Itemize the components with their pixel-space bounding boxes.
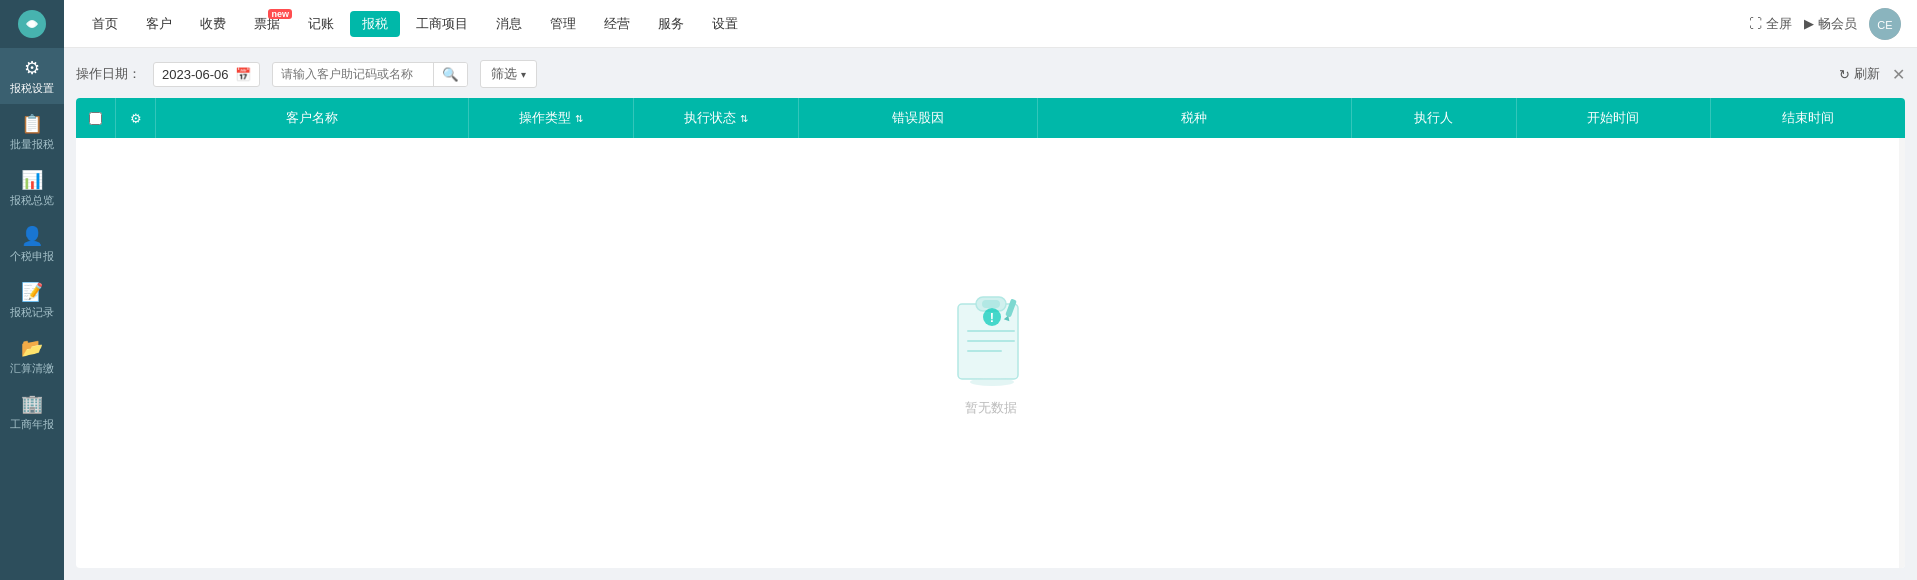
calendar-icon: 📅 bbox=[235, 67, 251, 82]
vip-icon: ▶ bbox=[1804, 16, 1814, 31]
sidebar-item-piliangbaoshui-label: 批量报税 bbox=[10, 138, 54, 151]
content-area: 操作日期： 2023-06-06 📅 🔍 筛选 ▾ ↻ 刷新 ✕ bbox=[64, 48, 1917, 580]
settings-icon: ⚙ bbox=[24, 57, 40, 79]
sidebar-item-huisuanjiaona[interactable]: 📂 汇算清缴 bbox=[0, 328, 64, 384]
nav-shoufei[interactable]: 收费 bbox=[188, 11, 238, 37]
th-start-time: 开始时间 bbox=[1517, 98, 1712, 138]
overview-icon: 📊 bbox=[21, 169, 43, 191]
avatar[interactable]: CE bbox=[1869, 8, 1901, 40]
toolbar: 操作日期： 2023-06-06 📅 🔍 筛选 ▾ ↻ 刷新 ✕ bbox=[76, 60, 1905, 88]
th-gear[interactable]: ⚙ bbox=[116, 98, 156, 138]
vip-label: 畅会员 bbox=[1818, 15, 1857, 33]
select-all-checkbox[interactable] bbox=[89, 112, 102, 125]
svg-rect-6 bbox=[982, 300, 1000, 308]
svg-text:CE: CE bbox=[1877, 19, 1892, 31]
date-picker[interactable]: 2023-06-06 📅 bbox=[153, 62, 260, 87]
sidebar: ⚙ 报税设置 📋 批量报税 📊 报税总览 👤 个税申报 📝 报税记录 📂 汇算清… bbox=[0, 0, 64, 580]
nav-shezhi[interactable]: 设置 bbox=[700, 11, 750, 37]
table-wrap: ⚙ 客户名称 操作类型 ⇅ 执行状态 ⇅ 错误股因 税种 bbox=[76, 98, 1905, 568]
sidebar-item-baoshuizonglan[interactable]: 📊 报税总览 bbox=[0, 160, 64, 216]
person-tax-icon: 👤 bbox=[21, 225, 43, 247]
search-wrap: 🔍 bbox=[272, 62, 468, 87]
topnav-right: ⛶ 全屏 ▶ 畅会员 CE bbox=[1749, 8, 1901, 40]
main-content: 首页 客户 收费 票据 new 记账 报税 工商项目 消息 管理 经营 服务 设… bbox=[64, 0, 1917, 580]
fullscreen-label: 全屏 bbox=[1766, 15, 1792, 33]
sidebar-item-baoshuizonglan-label: 报税总览 bbox=[10, 194, 54, 207]
annual-report-icon: 🏢 bbox=[21, 393, 43, 415]
fullscreen-button[interactable]: ⛶ 全屏 bbox=[1749, 15, 1792, 33]
nav-xiaoxi[interactable]: 消息 bbox=[484, 11, 534, 37]
batch-tax-icon: 📋 bbox=[21, 113, 43, 135]
empty-state: ! 暂无数据 bbox=[946, 289, 1036, 417]
filter-label: 筛选 bbox=[491, 65, 517, 83]
search-button[interactable]: 🔍 bbox=[433, 63, 467, 86]
nav-jingying[interactable]: 经营 bbox=[592, 11, 642, 37]
table-header: ⚙ 客户名称 操作类型 ⇅ 执行状态 ⇅ 错误股因 税种 bbox=[76, 98, 1905, 138]
topnav: 首页 客户 收费 票据 new 记账 报税 工商项目 消息 管理 经营 服务 设… bbox=[64, 0, 1917, 48]
th-execution-status[interactable]: 执行状态 ⇅ bbox=[634, 98, 799, 138]
nav-jizhang[interactable]: 记账 bbox=[296, 11, 346, 37]
vip-button[interactable]: ▶ 畅会员 bbox=[1804, 15, 1857, 33]
sidebar-item-geshuishenbao-label: 个税申报 bbox=[10, 250, 54, 263]
records-icon: 📝 bbox=[21, 281, 43, 303]
sidebar-item-geshuishenbao[interactable]: 👤 个税申报 bbox=[0, 216, 64, 272]
sidebar-item-huisuanjiaona-label: 汇算清缴 bbox=[10, 362, 54, 375]
refresh-label: 刷新 bbox=[1854, 65, 1880, 83]
svg-point-1 bbox=[29, 21, 35, 27]
th-operation-type[interactable]: 操作类型 ⇅ bbox=[469, 98, 634, 138]
table-body: ! 暂无数据 bbox=[76, 138, 1905, 568]
settlement-icon: 📂 bbox=[21, 337, 43, 359]
fullscreen-icon: ⛶ bbox=[1749, 16, 1762, 31]
nav-kehu[interactable]: 客户 bbox=[134, 11, 184, 37]
filter-button[interactable]: 筛选 ▾ bbox=[480, 60, 537, 88]
sidebar-item-baoshuishezhi-label: 报税设置 bbox=[10, 82, 54, 95]
th-executor: 执行人 bbox=[1352, 98, 1517, 138]
refresh-icon: ↻ bbox=[1839, 67, 1850, 82]
th-error-reason: 错误股因 bbox=[799, 98, 1038, 138]
nav-gongshangxiangmu[interactable]: 工商项目 bbox=[404, 11, 480, 37]
chevron-down-icon: ▾ bbox=[521, 69, 526, 80]
svg-point-14 bbox=[970, 378, 1014, 386]
close-button[interactable]: ✕ bbox=[1892, 65, 1905, 84]
nav-fuwu[interactable]: 服务 bbox=[646, 11, 696, 37]
date-label: 操作日期： bbox=[76, 65, 141, 83]
sort-icon-status: ⇅ bbox=[740, 113, 748, 124]
th-end-time: 结束时间 bbox=[1711, 98, 1905, 138]
sidebar-item-baoshuishezhi[interactable]: ⚙ 报税设置 bbox=[0, 48, 64, 104]
piao-badge: new bbox=[268, 9, 292, 19]
refresh-button[interactable]: ↻ 刷新 bbox=[1839, 65, 1880, 83]
sidebar-item-baoshuijilu[interactable]: 📝 报税记录 bbox=[0, 272, 64, 328]
sidebar-item-gongshangnianba[interactable]: 🏢 工商年报 bbox=[0, 384, 64, 440]
nav-piao[interactable]: 票据 new bbox=[242, 11, 292, 37]
toolbar-right: ↻ 刷新 ✕ bbox=[1839, 65, 1905, 84]
sort-icon-type: ⇅ bbox=[575, 113, 583, 124]
sidebar-item-gongshangnianba-label: 工商年报 bbox=[10, 418, 54, 431]
empty-illustration-svg: ! bbox=[946, 289, 1036, 389]
search-input[interactable] bbox=[273, 63, 433, 85]
gear-icon: ⚙ bbox=[130, 111, 142, 126]
svg-text:!: ! bbox=[989, 310, 993, 325]
th-checkbox[interactable] bbox=[76, 98, 116, 138]
nav-baoshui[interactable]: 报税 bbox=[350, 11, 400, 37]
nav-shouye[interactable]: 首页 bbox=[80, 11, 130, 37]
sidebar-item-baoshuijilu-label: 报税记录 bbox=[10, 306, 54, 319]
scrollbar[interactable] bbox=[1899, 138, 1905, 568]
nav-guanli[interactable]: 管理 bbox=[538, 11, 588, 37]
empty-text: 暂无数据 bbox=[965, 399, 1017, 417]
th-tax-type: 税种 bbox=[1038, 98, 1351, 138]
sidebar-logo bbox=[0, 0, 64, 48]
th-client-name: 客户名称 bbox=[156, 98, 469, 138]
sidebar-item-piliangbaoshui[interactable]: 📋 批量报税 bbox=[0, 104, 64, 160]
date-value: 2023-06-06 bbox=[162, 67, 229, 82]
